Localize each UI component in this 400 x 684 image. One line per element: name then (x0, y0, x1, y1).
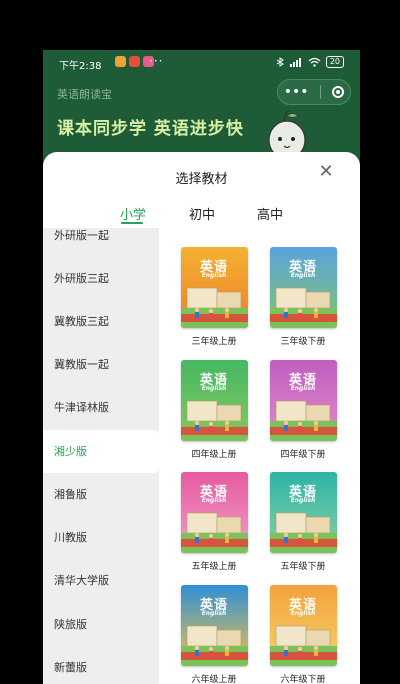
textbook-cover: 英语 English (269, 472, 337, 553)
bluetooth-icon (276, 57, 284, 67)
select-textbook-sheet: 选择教材 ✕ 小学 初中 高中 外研版一起 外研版三起 冀教版三起 冀教版一起 … (43, 152, 360, 684)
cover-subtitle: English (201, 497, 227, 504)
sidebar-item-publisher[interactable]: 川教版 (43, 516, 159, 559)
cover-illustration (269, 512, 337, 553)
publisher-sidebar: 外研版一起 外研版三起 冀教版三起 冀教版一起 牛津译林版 湘少版 湘鲁版 川教… (43, 228, 159, 684)
textbook-label: 六年级上册 (191, 675, 237, 684)
sidebar-item-publisher[interactable]: 陕旅版 (43, 603, 159, 646)
cover-subtitle: English (201, 272, 227, 279)
cover-illustration (269, 287, 337, 328)
cover-illustration (269, 400, 337, 441)
textbook-cover: 英语 English (180, 472, 248, 553)
textbook-label: 五年级下册 (280, 562, 326, 572)
status-right: 20 (276, 56, 344, 68)
grade-level-tabs: 小学 初中 高中 (43, 204, 360, 230)
tab-senior-high[interactable]: 高中 (257, 204, 283, 223)
cover-subtitle: English (290, 497, 316, 504)
cover-subtitle: English (201, 385, 227, 392)
tab-primary[interactable]: 小学 (120, 204, 146, 223)
sidebar-item-publisher-active[interactable]: 湘少版 (43, 430, 159, 473)
cover-subtitle: English (290, 272, 316, 279)
textbook-cover: 英语 English (180, 247, 248, 328)
sidebar-item-publisher[interactable]: 冀教版一起 (43, 343, 159, 386)
textbook-card[interactable]: 英语 English 四年级上册 (169, 360, 259, 460)
notification-app-icon (115, 56, 126, 67)
cover-illustration (180, 287, 248, 328)
cover-subtitle: English (290, 385, 316, 392)
sidebar-item-publisher[interactable]: 湘鲁版 (43, 473, 159, 516)
status-bar: 下午2:38 ··· 20 (43, 50, 360, 76)
textbook-label: 五年级上册 (191, 562, 237, 572)
cover-illustration (180, 512, 248, 553)
sidebar-item-publisher[interactable]: 冀教版三起 (43, 300, 159, 343)
signal-icon (289, 58, 301, 67)
cover-illustration (180, 625, 248, 666)
textbook-card[interactable]: 英语 English 五年级上册 (169, 472, 259, 572)
textbook-cover: 英语 English (269, 360, 337, 441)
tab-junior-high[interactable]: 初中 (189, 204, 215, 223)
more-menu-button[interactable]: ••• (284, 84, 309, 100)
status-more-dots: ··· (149, 54, 164, 68)
textbook-label: 六年级下册 (280, 675, 326, 684)
textbook-grid: 英语 English 三年级上册 英语 English 三年级下册 英语 English 四年级… (159, 228, 360, 684)
sheet-title: 选择教材 (175, 172, 228, 187)
cover-subtitle: English (201, 610, 227, 617)
textbook-card[interactable]: 英语 English 六年级下册 (258, 585, 348, 684)
phone-screen: 下午2:38 ··· 20 英语朗读宝 ••• 课本同步学 英语进步快 选择教材… (43, 50, 360, 684)
textbook-cover: 英语 English (180, 585, 248, 666)
textbook-card[interactable]: 英语 English 四年级下册 (258, 360, 348, 460)
textbook-card[interactable]: 英语 English 三年级上册 (169, 247, 259, 347)
textbook-card[interactable]: 英语 English 三年级下册 (258, 247, 348, 347)
sidebar-item-publisher[interactable]: 外研版一起 (43, 228, 159, 257)
sidebar-item-publisher[interactable]: 牛津译林版 (43, 386, 159, 429)
status-time: 下午2:38 (59, 61, 102, 72)
sidebar-item-publisher[interactable]: 新蕾版 (43, 646, 159, 684)
textbook-label: 三年级上册 (191, 337, 237, 347)
wifi-icon (308, 57, 321, 67)
app-title: 英语朗读宝 (57, 88, 112, 101)
sidebar-item-publisher[interactable]: 外研版三起 (43, 257, 159, 300)
capsule-divider (319, 85, 321, 99)
banner-slogan: 课本同步学 英语进步快 (57, 119, 244, 139)
active-tab-indicator (121, 222, 143, 224)
close-miniprogram-button[interactable] (332, 86, 345, 98)
cover-subtitle: English (290, 610, 316, 617)
textbook-card[interactable]: 英语 English 六年级上册 (169, 585, 259, 684)
textbook-cover: 英语 English (269, 585, 337, 666)
textbook-label: 四年级下册 (280, 450, 326, 460)
textbook-label: 四年级上册 (191, 450, 237, 460)
cover-illustration (269, 625, 337, 666)
textbook-label: 三年级下册 (280, 337, 326, 347)
miniprogram-capsule: ••• (277, 79, 351, 105)
textbook-card[interactable]: 英语 English 五年级下册 (258, 472, 348, 572)
textbook-cover: 英语 English (180, 360, 248, 441)
textbook-cover: 英语 English (269, 247, 337, 328)
notification-app-icon (129, 56, 140, 67)
battery-icon: 20 (325, 56, 344, 68)
sidebar-item-publisher[interactable]: 清华大学版 (43, 559, 159, 602)
close-icon[interactable]: ✕ (318, 163, 334, 181)
cover-illustration (180, 400, 248, 441)
